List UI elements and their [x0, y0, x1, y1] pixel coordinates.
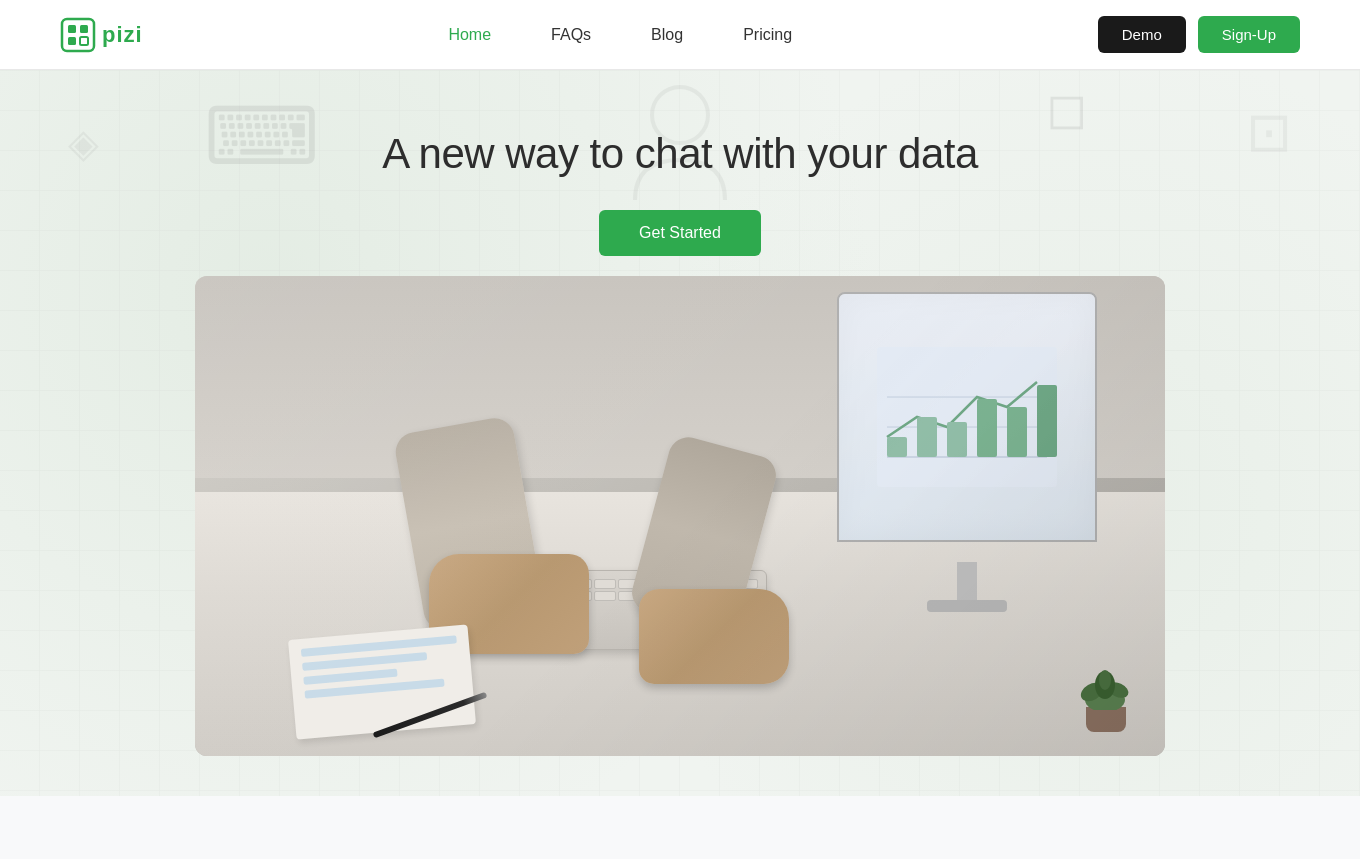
svg-rect-13	[977, 399, 997, 457]
navbar: pizi Home FAQs Blog Pricing Demo Sign-Up	[0, 0, 1360, 70]
svg-rect-15	[1037, 385, 1057, 457]
deco-icon-2: ◻	[1046, 80, 1088, 138]
nav-link-blog[interactable]: Blog	[651, 26, 683, 43]
deco-icon-4: ⊡	[1246, 100, 1292, 164]
svg-rect-0	[62, 19, 94, 51]
hero-image	[195, 276, 1165, 756]
brand-name: pizi	[102, 22, 143, 48]
hand-right	[639, 589, 789, 684]
svg-rect-3	[68, 37, 76, 45]
svg-rect-6	[877, 347, 1057, 487]
svg-rect-1	[68, 25, 76, 33]
nav-links: Home FAQs Blog Pricing	[448, 26, 792, 44]
notepad	[288, 624, 476, 739]
monitor-base	[927, 600, 1007, 612]
nav-actions: Demo Sign-Up	[1098, 16, 1300, 53]
plant	[1076, 682, 1136, 732]
nav-link-home[interactable]: Home	[448, 26, 491, 43]
hero-section: ⌨ ◻ ◈ ⊡ A new way to chat with your data…	[0, 70, 1360, 796]
hero-image-wrapper	[195, 276, 1165, 756]
deco-icon-3: ◈	[68, 120, 99, 166]
monitor-screen	[837, 292, 1097, 542]
notepad-line-1	[301, 635, 457, 657]
svg-rect-10	[887, 437, 907, 457]
logo-icon	[60, 17, 96, 53]
svg-point-20	[1099, 670, 1111, 690]
svg-rect-11	[917, 417, 937, 457]
hero-title: A new way to chat with your data	[382, 130, 978, 178]
monitor-stand	[957, 562, 977, 602]
signup-button[interactable]: Sign-Up	[1198, 16, 1300, 53]
screen-chart	[867, 327, 1067, 507]
hero-image-canvas	[195, 276, 1165, 756]
svg-rect-2	[80, 25, 88, 33]
demo-button[interactable]: Demo	[1098, 16, 1186, 53]
deco-icon-1: ⌨	[204, 90, 319, 183]
notepad-lines	[288, 624, 474, 715]
svg-rect-14	[1007, 407, 1027, 457]
nav-link-pricing[interactable]: Pricing	[743, 26, 792, 43]
monitor-screen-content	[839, 294, 1095, 540]
plant-pot	[1086, 707, 1126, 732]
svg-rect-4	[80, 37, 88, 45]
notepad-line-3	[303, 669, 397, 685]
svg-rect-12	[947, 422, 967, 457]
plant-svg	[1078, 670, 1133, 710]
logo-link[interactable]: pizi	[60, 17, 143, 53]
nav-link-faqs[interactable]: FAQs	[551, 26, 591, 43]
monitor	[837, 292, 1117, 612]
get-started-button[interactable]: Get Started	[599, 210, 761, 256]
